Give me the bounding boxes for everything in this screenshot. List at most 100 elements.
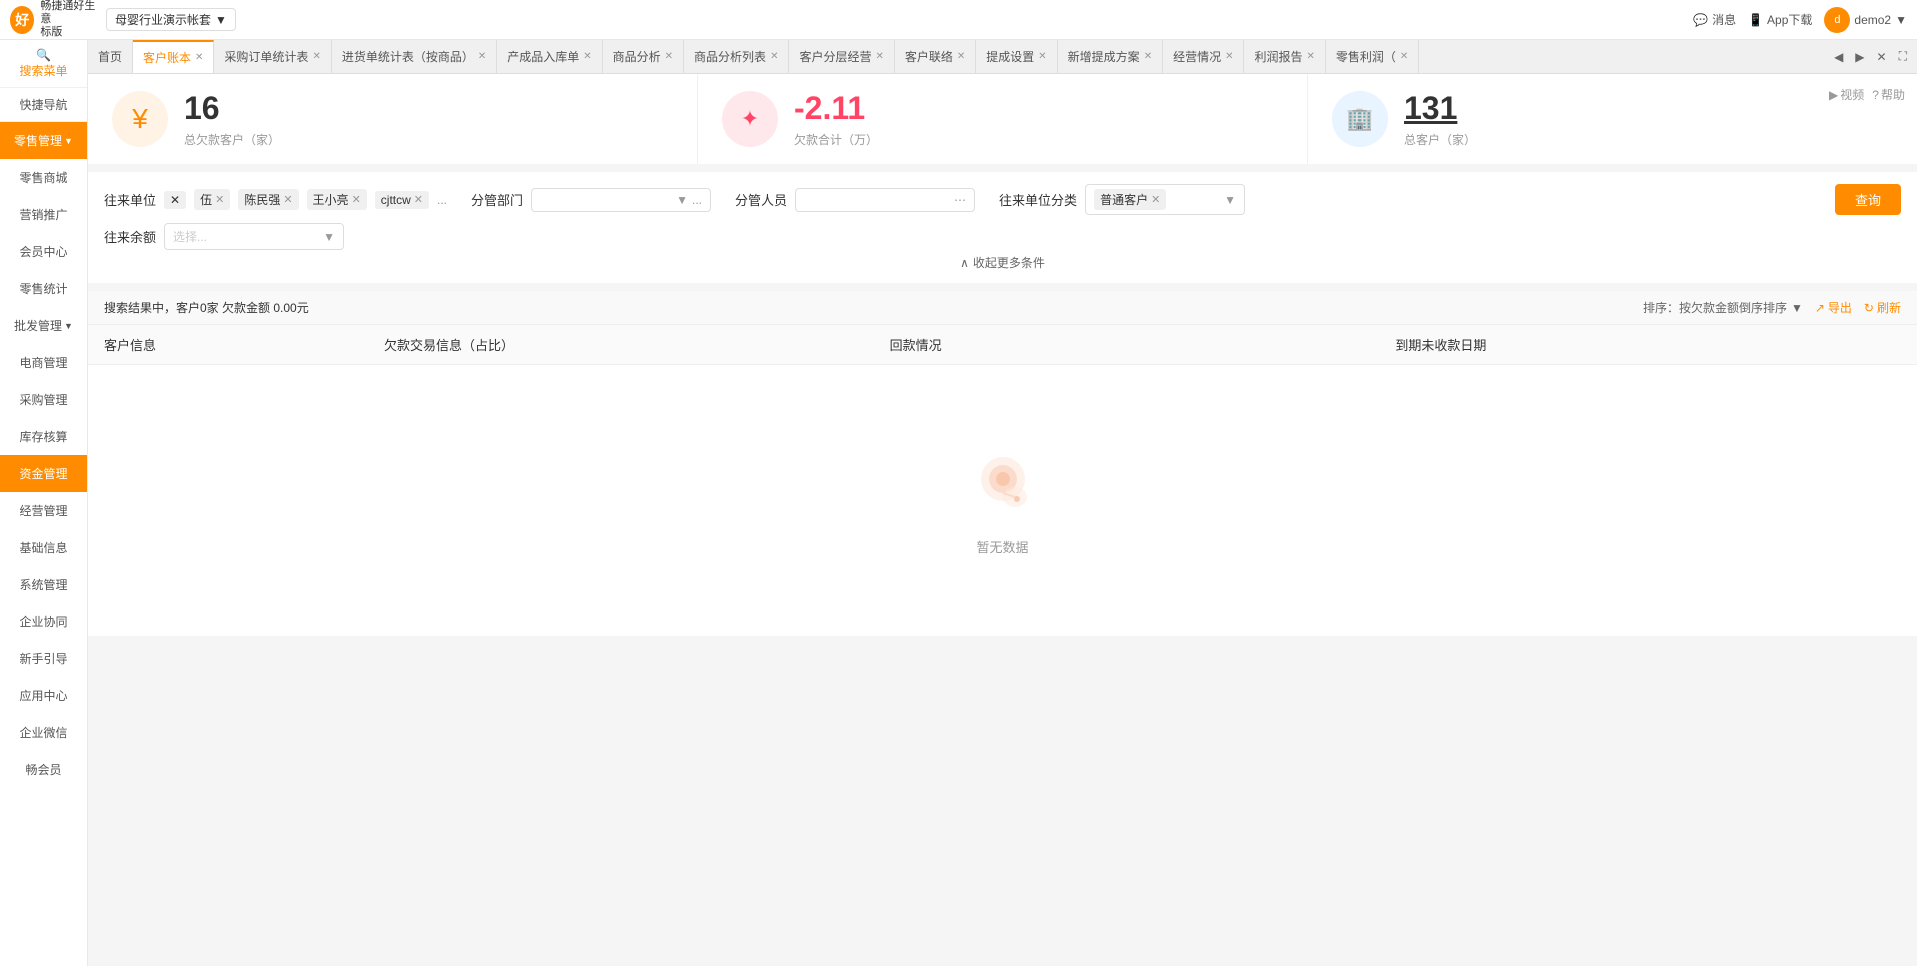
sidebar-item-enterprise[interactable]: 企业协同	[0, 603, 87, 640]
tab-close-6[interactable]: ✕	[770, 51, 778, 62]
tab-close-customer-account[interactable]: ✕	[195, 52, 203, 63]
filter-dept-more[interactable]: ...	[692, 193, 702, 207]
collapse-button[interactable]: ∧ 收起更多条件	[960, 254, 1045, 271]
stat-card-total: 🏢 131 总客户（家） ▶ 视频 ? 帮助	[1308, 74, 1917, 164]
tab-home[interactable]: 首页	[88, 40, 133, 74]
user-menu[interactable]: d demo2 ▼	[1824, 7, 1907, 33]
table-col-repayment: 回款情况	[890, 335, 1396, 354]
tab-profit-report[interactable]: 利润报告 ✕	[1244, 40, 1325, 74]
tab-production-inbound[interactable]: 产成品入库单 ✕	[497, 40, 602, 74]
filter-select-dept[interactable]: ▼ ...	[531, 188, 711, 212]
sidebar-item-member2[interactable]: 畅会员	[0, 751, 87, 788]
sidebar-item-appstore[interactable]: 应用中心	[0, 677, 87, 714]
sidebar-item-newbie[interactable]: 新手引导	[0, 640, 87, 677]
filter-tag-wang-close[interactable]: ✕	[352, 193, 361, 206]
tab-close-13[interactable]: ✕	[1400, 51, 1408, 62]
chevron-down-icon: ▼	[676, 193, 688, 207]
tab-customer-account[interactable]: 客户账本 ✕	[133, 40, 214, 74]
tab-ops-status[interactable]: 经营情况 ✕	[1163, 40, 1244, 74]
tab-purchase-order-stat[interactable]: 采购订单统计表 ✕	[214, 40, 331, 74]
table-col-debt-info: 欠款交易信息（占比）	[384, 335, 890, 354]
tab-next-arrow[interactable]: ▶	[1851, 48, 1868, 66]
filter-tag-cjttcw-close[interactable]: ✕	[414, 193, 423, 206]
sidebar-quick-nav[interactable]: 快捷导航	[0, 88, 87, 122]
sidebar-item-ecom[interactable]: 电商管理	[0, 344, 87, 381]
result-summary: 搜索结果中，客户0家 欠款金额 0.00元	[104, 299, 309, 316]
filter-tag-wang: 王小亮 ✕	[307, 189, 367, 210]
export-button[interactable]: ↗ 导出	[1815, 299, 1852, 316]
sidebar-item-purchase[interactable]: 采购管理	[0, 381, 87, 418]
sidebar-item-wechat[interactable]: 企业微信	[0, 714, 87, 751]
filter-area: 往来单位 ✕ 伍 ✕ 陈民强 ✕ 王小亮 ✕	[88, 172, 1917, 283]
tab-prev-arrow[interactable]: ◀	[1830, 48, 1847, 66]
tab-new-achievement[interactable]: 新增提成方案 ✕	[1058, 40, 1163, 74]
sidebar-item-retail-stat[interactable]: 零售统计	[0, 270, 87, 307]
sidebar-item-retail-mall[interactable]: 零售商城	[0, 159, 87, 196]
tab-close-11[interactable]: ✕	[1225, 51, 1233, 62]
help-button[interactable]: ? 帮助	[1872, 86, 1905, 103]
tab-maximize[interactable]: ⛶	[1895, 47, 1911, 66]
tab-close-3[interactable]: ✕	[478, 51, 486, 62]
filter-label-type: 往来单位分类	[999, 190, 1077, 209]
sidebar-search[interactable]: 🔍 搜索菜单	[0, 40, 87, 88]
query-button[interactable]: 查询	[1835, 184, 1901, 215]
tab-reminder-settings[interactable]: 提成设置 ✕	[976, 40, 1057, 74]
empty-illustration	[963, 445, 1043, 525]
stat-value-customers: 16	[184, 90, 280, 127]
tab-close-2[interactable]: ✕	[312, 51, 320, 62]
tab-bar-actions: ◀ ▶ ✕ ⛶	[1824, 47, 1917, 66]
tab-customer-contact[interactable]: 客户联络 ✕	[895, 40, 976, 74]
tab-retail-profit[interactable]: 零售利润（ ✕	[1326, 40, 1419, 74]
sidebar-item-system[interactable]: 系统管理	[0, 566, 87, 603]
sidebar-item-retail-mgmt[interactable]: 零售管理 ▼	[0, 122, 87, 159]
tab-close-5[interactable]: ✕	[665, 51, 673, 62]
tab-close-12[interactable]: ✕	[1307, 51, 1315, 62]
chevron-up-icon: ∧	[960, 256, 969, 270]
app-download-button[interactable]: 📱 App下载	[1748, 11, 1812, 28]
filter-tag-type-close[interactable]: ✕	[1151, 193, 1160, 206]
filter-tag-unit-x: ✕	[164, 191, 186, 209]
stat-label-debt: 欠款合计（万）	[794, 131, 878, 148]
chevron-down-icon: ▼	[64, 321, 73, 331]
sidebar-item-ops[interactable]: 经营管理	[0, 492, 87, 529]
tab-close-8[interactable]: ✕	[957, 51, 965, 62]
empty-state: 暂无数据	[88, 365, 1917, 636]
stat-card-customers: ¥ 16 总欠款客户（家）	[88, 74, 698, 164]
sidebar-item-marketing[interactable]: 营销推广	[0, 196, 87, 233]
filter-tag-chen-close[interactable]: ✕	[283, 193, 292, 206]
sidebar-item-base[interactable]: 基础信息	[0, 529, 87, 566]
tab-customer-tier[interactable]: 客户分层经营 ✕	[789, 40, 894, 74]
tab-menu-arrow[interactable]: ✕	[1873, 48, 1891, 66]
refresh-icon: ↻	[1864, 301, 1874, 315]
filter-label-person: 分管人员	[735, 190, 787, 209]
filter-tag-wu-close[interactable]: ✕	[215, 193, 224, 206]
video-help-button[interactable]: ▶ 视频	[1829, 86, 1864, 103]
sidebar-item-inventory[interactable]: 库存核算	[0, 418, 87, 455]
tab-close-10[interactable]: ✕	[1144, 51, 1152, 62]
avatar: d	[1824, 7, 1850, 33]
tab-product-analysis-list[interactable]: 商品分析列表 ✕	[684, 40, 789, 74]
help-icon: ?	[1872, 88, 1879, 102]
sidebar-item-finance[interactable]: 资金管理	[0, 455, 87, 492]
tab-close-7[interactable]: ✕	[875, 51, 883, 62]
sidebar-item-wholesale[interactable]: 批发管理 ▼	[0, 307, 87, 344]
content-area: 首页 客户账本 ✕ 采购订单统计表 ✕ 进货单统计表（按商品） ✕ 产成品入库单…	[88, 40, 1917, 966]
stats-row: ¥ 16 总欠款客户（家） ✦ -2.11 欠款合计（万） 🏢	[88, 74, 1917, 164]
tab-close-4[interactable]: ✕	[583, 51, 591, 62]
filter-select-person[interactable]: ⋯	[795, 188, 975, 212]
table-header: 客户信息 欠款交易信息（占比） 回款情况 到期未收款日期	[88, 325, 1917, 365]
tab-close-9[interactable]: ✕	[1038, 51, 1046, 62]
filter-more-units[interactable]: ...	[437, 193, 447, 207]
sort-selector[interactable]: 排序：按欠款金额倒序排序 ▼	[1643, 299, 1803, 316]
account-selector[interactable]: 母婴行业演示帐套 ▼	[106, 8, 236, 31]
refresh-button[interactable]: ↻ 刷新	[1864, 299, 1901, 316]
tab-inbound-stat[interactable]: 进货单统计表（按商品） ✕	[332, 40, 497, 74]
message-button[interactable]: 💬 消息	[1693, 11, 1736, 28]
filter-select-balance[interactable]: 选择... ▼	[164, 223, 344, 250]
filter-select-type[interactable]: 普通客户 ✕ ▼	[1085, 184, 1245, 215]
logo-text: 畅捷通好生意 标版	[40, 0, 98, 39]
filter-tag-normal-customer: 普通客户 ✕	[1094, 189, 1166, 210]
tab-product-analysis[interactable]: 商品分析 ✕	[603, 40, 684, 74]
stat-icon-building: 🏢	[1332, 91, 1388, 147]
sidebar-item-member[interactable]: 会员中心	[0, 233, 87, 270]
